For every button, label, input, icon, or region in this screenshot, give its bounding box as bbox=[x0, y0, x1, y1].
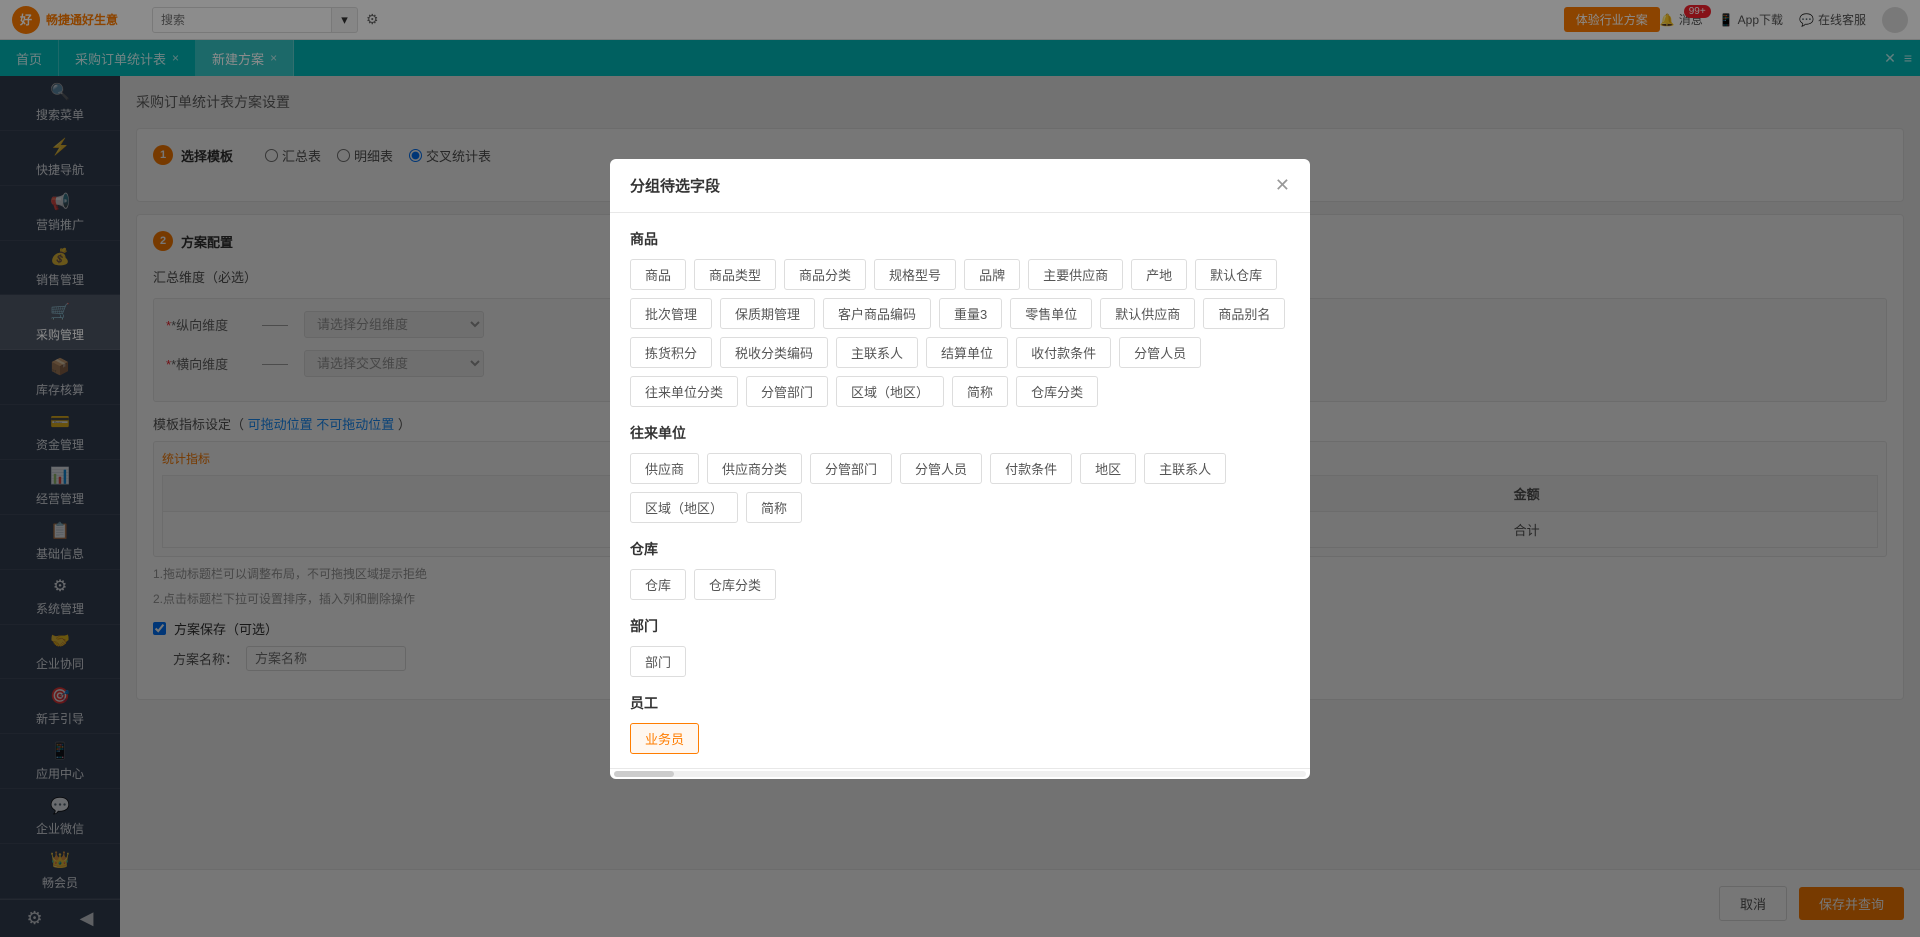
field-group-0: 商品商品商品类型商品分类规格型号品牌主要供应商产地默认仓库批次管理保质期管理客户… bbox=[630, 229, 1290, 407]
field-tag-1-4[interactable]: 付款条件 bbox=[990, 453, 1072, 484]
field-group-title-1: 往来单位 bbox=[630, 423, 1290, 443]
field-tag-0-8[interactable]: 批次管理 bbox=[630, 298, 712, 329]
field-group-title-0: 商品 bbox=[630, 229, 1290, 249]
field-tag-0-11[interactable]: 重量3 bbox=[939, 298, 1002, 329]
field-tag-0-1[interactable]: 商品类型 bbox=[694, 259, 776, 290]
field-tag-0-20[interactable]: 分管人员 bbox=[1119, 337, 1201, 368]
field-tag-0-23[interactable]: 区域（地区） bbox=[836, 376, 944, 407]
field-tag-0-15[interactable]: 拣货积分 bbox=[630, 337, 712, 368]
field-tag-2-1[interactable]: 仓库分类 bbox=[694, 569, 776, 600]
field-tag-0-21[interactable]: 往来单位分类 bbox=[630, 376, 738, 407]
field-tag-1-3[interactable]: 分管人员 bbox=[900, 453, 982, 484]
modal-close-button[interactable]: ✕ bbox=[1275, 175, 1290, 196]
field-tag-3-0[interactable]: 部门 bbox=[630, 646, 686, 677]
hscroll-thumb[interactable] bbox=[614, 771, 674, 777]
field-tag-0-4[interactable]: 品牌 bbox=[964, 259, 1020, 290]
hscroll-bar bbox=[614, 771, 1306, 777]
modal-title: 分组待选字段 bbox=[630, 175, 720, 196]
modal: 分组待选字段 ✕ 商品商品商品类型商品分类规格型号品牌主要供应商产地默认仓库批次… bbox=[610, 159, 1310, 779]
field-tag-0-18[interactable]: 结算单位 bbox=[926, 337, 1008, 368]
modal-body: 商品商品商品类型商品分类规格型号品牌主要供应商产地默认仓库批次管理保质期管理客户… bbox=[610, 213, 1310, 769]
field-tag-2-0[interactable]: 仓库 bbox=[630, 569, 686, 600]
field-tag-0-19[interactable]: 收付款条件 bbox=[1016, 337, 1111, 368]
field-tag-0-7[interactable]: 默认仓库 bbox=[1195, 259, 1277, 290]
field-group-1: 往来单位供应商供应商分类分管部门分管人员付款条件地区主联系人区域（地区） 简称 bbox=[630, 423, 1290, 523]
field-tags-1: 供应商供应商分类分管部门分管人员付款条件地区主联系人区域（地区） 简称 bbox=[630, 453, 1290, 523]
field-tags-0: 商品商品类型商品分类规格型号品牌主要供应商产地默认仓库批次管理保质期管理客户商品… bbox=[630, 259, 1290, 407]
field-tag-0-16[interactable]: 税收分类编码 bbox=[720, 337, 828, 368]
field-tag-1-6[interactable]: 主联系人 bbox=[1144, 453, 1226, 484]
field-tag-0-12[interactable]: 零售单位 bbox=[1010, 298, 1092, 329]
modal-hscroll bbox=[610, 768, 1310, 778]
field-group-title-3: 部门 bbox=[630, 616, 1290, 636]
field-tag-1-7[interactable]: 区域（地区） bbox=[630, 492, 738, 523]
modal-overlay[interactable]: 分组待选字段 ✕ 商品商品商品类型商品分类规格型号品牌主要供应商产地默认仓库批次… bbox=[0, 0, 1920, 937]
field-tag-1-5[interactable]: 地区 bbox=[1080, 453, 1136, 484]
field-tag-0-3[interactable]: 规格型号 bbox=[874, 259, 956, 290]
field-group-2: 仓库仓库仓库分类 bbox=[630, 539, 1290, 600]
field-tag-0-13[interactable]: 默认供应商 bbox=[1100, 298, 1195, 329]
field-group-3: 部门部门 bbox=[630, 616, 1290, 677]
field-tag-0-24[interactable]: 简称 bbox=[952, 376, 1008, 407]
field-tag-0-10[interactable]: 客户商品编码 bbox=[823, 298, 931, 329]
field-tag-1-0[interactable]: 供应商 bbox=[630, 453, 699, 484]
field-tag-0-17[interactable]: 主联系人 bbox=[836, 337, 918, 368]
field-group-4: 员工业务员 bbox=[630, 693, 1290, 754]
field-tag-1-2[interactable]: 分管部门 bbox=[810, 453, 892, 484]
field-tag-0-6[interactable]: 产地 bbox=[1131, 259, 1187, 290]
field-tag-0-2[interactable]: 商品分类 bbox=[784, 259, 866, 290]
field-tag-0-22[interactable]: 分管部门 bbox=[746, 376, 828, 407]
field-tag-4-0[interactable]: 业务员 bbox=[630, 723, 699, 754]
field-tag-1-1[interactable]: 供应商分类 bbox=[707, 453, 802, 484]
field-tags-4: 业务员 bbox=[630, 723, 1290, 754]
field-group-title-4: 员工 bbox=[630, 693, 1290, 713]
field-tag-0-5[interactable]: 主要供应商 bbox=[1028, 259, 1123, 290]
modal-header: 分组待选字段 ✕ bbox=[610, 159, 1310, 213]
field-tags-3: 部门 bbox=[630, 646, 1290, 677]
field-tag-0-0[interactable]: 商品 bbox=[630, 259, 686, 290]
field-tag-0-25[interactable]: 仓库分类 bbox=[1016, 376, 1098, 407]
field-group-title-2: 仓库 bbox=[630, 539, 1290, 559]
field-tags-2: 仓库仓库分类 bbox=[630, 569, 1290, 600]
field-tag-0-14[interactable]: 商品别名 bbox=[1203, 298, 1285, 329]
field-tag-0-9[interactable]: 保质期管理 bbox=[720, 298, 815, 329]
field-tag-1-8[interactable]: 简称 bbox=[746, 492, 802, 523]
